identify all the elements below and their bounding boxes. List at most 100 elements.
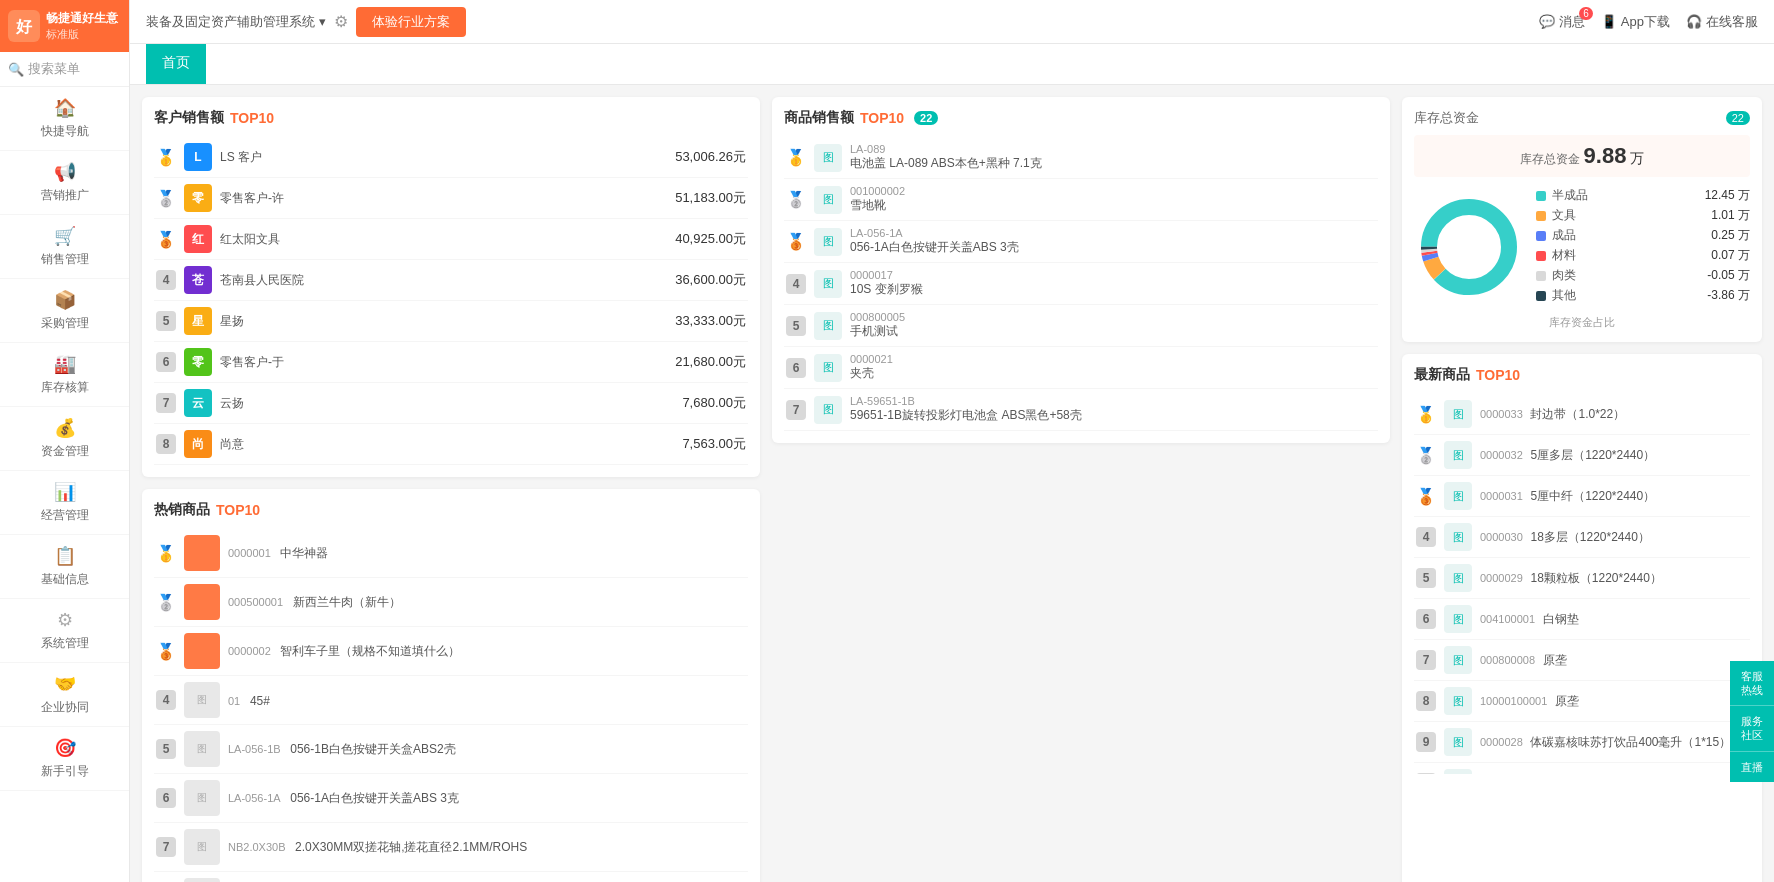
- float-button[interactable]: 直播: [1730, 752, 1774, 782]
- product-icon: 图: [814, 186, 842, 214]
- sidebar-search-label: 搜索菜单: [28, 60, 80, 78]
- sidebar-item[interactable]: 📦 采购管理: [0, 279, 129, 343]
- float-button[interactable]: 服务 社区: [1730, 706, 1774, 752]
- rank-number: 4: [156, 690, 176, 710]
- donut-section: 半成品 12.45 万 文具 1.01 万 成品 0.25 万 材料 0.07 …: [1414, 187, 1750, 307]
- tab-home[interactable]: 首页: [146, 44, 206, 84]
- customer-avatar: 星: [184, 307, 212, 335]
- sidebar-item[interactable]: 🤝 企业协同: [0, 663, 129, 727]
- hot-product-item: 8 图 0000011 12070519-xs: [154, 872, 748, 882]
- settings-icon[interactable]: ⚙: [334, 12, 348, 31]
- legend-dot: [1536, 271, 1546, 281]
- rank-number: 8: [156, 434, 176, 454]
- newest-product-item: 5 图 0000029 18颗粒板（1220*2440）: [1414, 558, 1750, 599]
- float-buttons: 客服 热线服务 社区直播: [1730, 661, 1774, 782]
- hot-products-list: 🥇 0000001 中华神器 🥈 000500001 新西兰牛肉（新牛） 🥉 0…: [154, 529, 748, 882]
- product-image-placeholder: 图: [184, 682, 220, 718]
- product-item: 5 图 000800005 手机测试: [784, 305, 1378, 347]
- legend-label: 半成品: [1552, 187, 1588, 204]
- system-name-dropdown[interactable]: 装备及固定资产辅助管理系统 ▾: [146, 13, 326, 31]
- legend-label: 肉类: [1552, 267, 1576, 284]
- app-download-btn[interactable]: 📱 App下载: [1601, 13, 1670, 31]
- sidebar-logo: 好 畅捷通好生意 标准版: [0, 0, 129, 52]
- product-icon: 图: [814, 144, 842, 172]
- sidebar-icon: 🛒: [54, 225, 76, 247]
- customer-name: 云扬: [220, 395, 674, 412]
- rank-number: 7: [156, 837, 176, 857]
- product-code: 01: [228, 695, 240, 707]
- rank-number: 10: [1416, 773, 1436, 774]
- phone-icon: 📱: [1601, 14, 1617, 29]
- sidebar-search[interactable]: 🔍 搜索菜单: [0, 52, 129, 87]
- customer-avatar: 零: [184, 348, 212, 376]
- product-name: 智利车子里（规格不知道填什么）: [280, 644, 460, 658]
- online-service-btn[interactable]: 🎧 在线客服: [1686, 13, 1758, 31]
- product-icon: 图: [1444, 482, 1472, 510]
- hot-products-title: 热销商品 TOP10: [154, 501, 748, 519]
- rank-number: 7: [156, 393, 176, 413]
- sidebar-item-label: 库存核算: [41, 379, 89, 396]
- sidebar-item[interactable]: ⚙ 系统管理: [0, 599, 129, 663]
- newest-product-item: 4 图 0000030 18多层（1220*2440）: [1414, 517, 1750, 558]
- newest-product-code: 0000030: [1480, 531, 1523, 543]
- float-button[interactable]: 客服 热线: [1730, 661, 1774, 707]
- sidebar-item[interactable]: 💰 资金管理: [0, 407, 129, 471]
- product-image-placeholder: 图: [184, 878, 220, 882]
- newest-product-name: 白钢垫: [1543, 612, 1579, 626]
- product-name: 夹壳: [850, 365, 1376, 382]
- sidebar-item[interactable]: 🏠 快捷导航: [0, 87, 129, 151]
- customer-avatar: 零: [184, 184, 212, 212]
- sidebar-item[interactable]: 📊 经营管理: [0, 471, 129, 535]
- product-name: 2.0X30MM双搓花轴,搓花直径2.1MM/ROHS: [295, 840, 527, 854]
- product-item: 7 图 LA-59651-1B 59651-1B旋转投影灯电池盒 ABS黑色+5…: [784, 389, 1378, 431]
- sidebar-item[interactable]: 📢 营销推广: [0, 151, 129, 215]
- product-item: 🥈 图 001000002 雪地靴: [784, 179, 1378, 221]
- bronze-medal-icon: 🥉: [1416, 487, 1436, 506]
- newest-product-item: 8 图 10000100001 原垄: [1414, 681, 1750, 722]
- sidebar-item-label: 采购管理: [41, 315, 89, 332]
- message-btn[interactable]: 💬 消息 6: [1539, 13, 1585, 31]
- sidebar-item[interactable]: 📋 基础信息: [0, 535, 129, 599]
- customer-rank-list: 🥇 L LS 客户 53,006.26元 🥈 零 零售客户-许 51,183.0…: [154, 137, 748, 465]
- sidebar-item[interactable]: 🎯 新手引导: [0, 727, 129, 791]
- rank-number: 6: [1416, 609, 1436, 629]
- gold-medal-icon: 🥇: [1416, 405, 1436, 424]
- logo-icon: 好: [8, 10, 40, 42]
- customer-name: 苍南县人民医院: [220, 272, 667, 289]
- system-name-label: 装备及固定资产辅助管理系统: [146, 13, 315, 31]
- legend-item: 成品 0.25 万: [1536, 227, 1750, 244]
- product-info: LA-59651-1B 59651-1B旋转投影灯电池盒 ABS黑色+58壳: [850, 395, 1376, 424]
- sidebar-icon: 📋: [54, 545, 76, 567]
- topbar-right: 💬 消息 6 📱 App下载 🎧 在线客服: [1539, 13, 1758, 31]
- sidebar-item-label: 快捷导航: [41, 123, 89, 140]
- sidebar-item[interactable]: 🛒 销售管理: [0, 215, 129, 279]
- legend-label: 成品: [1552, 227, 1576, 244]
- product-name: 056-1A白色按键开关盖ABS 3壳: [850, 239, 1376, 256]
- customer-value: 7,563.00元: [682, 435, 746, 453]
- inventory-total-unit: 万: [1630, 150, 1644, 166]
- customer-rank-item: 🥇 L LS 客户 53,006.26元: [154, 137, 748, 178]
- legend-item: 文具 1.01 万: [1536, 207, 1750, 224]
- customer-avatar: 苍: [184, 266, 212, 294]
- newest-product-info: 0000030 18多层（1220*2440）: [1480, 529, 1748, 546]
- inventory-title: 库存总资金: [1414, 109, 1479, 127]
- newest-product-code: 10000100001: [1480, 695, 1547, 707]
- product-image-placeholder: 图: [184, 829, 220, 865]
- silver-medal-icon: 🥈: [156, 593, 176, 612]
- newest-product-name: 5厘中纤（1220*2440）: [1530, 489, 1655, 503]
- sidebar-item[interactable]: 🏭 库存核算: [0, 343, 129, 407]
- rank-number: 7: [1416, 650, 1436, 670]
- legend-value: 0.07 万: [1711, 247, 1750, 264]
- hot-product-item: 🥉 0000002 智利车子里（规格不知道填什么）: [154, 627, 748, 676]
- inventory-card: 库存总资金 22 库存总资金 9.88 万 半成品 12.45 万 文具 1.0…: [1402, 97, 1762, 342]
- product-code: LA-59651-1B: [850, 395, 1376, 407]
- trial-btn[interactable]: 体验行业方案: [356, 7, 466, 37]
- product-icon: 图: [814, 270, 842, 298]
- left-column: 客户销售额 TOP10 🥇 L LS 客户 53,006.26元 🥈 零 零售客…: [142, 97, 760, 882]
- legend-dot: [1536, 251, 1546, 261]
- product-code: 0000001: [228, 547, 271, 559]
- sidebar-icon: 🏭: [54, 353, 76, 375]
- newest-product-code: 0000029: [1480, 572, 1523, 584]
- product-item: 🥇 图 LA-089 电池盖 LA-089 ABS本色+黑种 7.1克: [784, 137, 1378, 179]
- sidebar-icon: ⚙: [57, 609, 73, 631]
